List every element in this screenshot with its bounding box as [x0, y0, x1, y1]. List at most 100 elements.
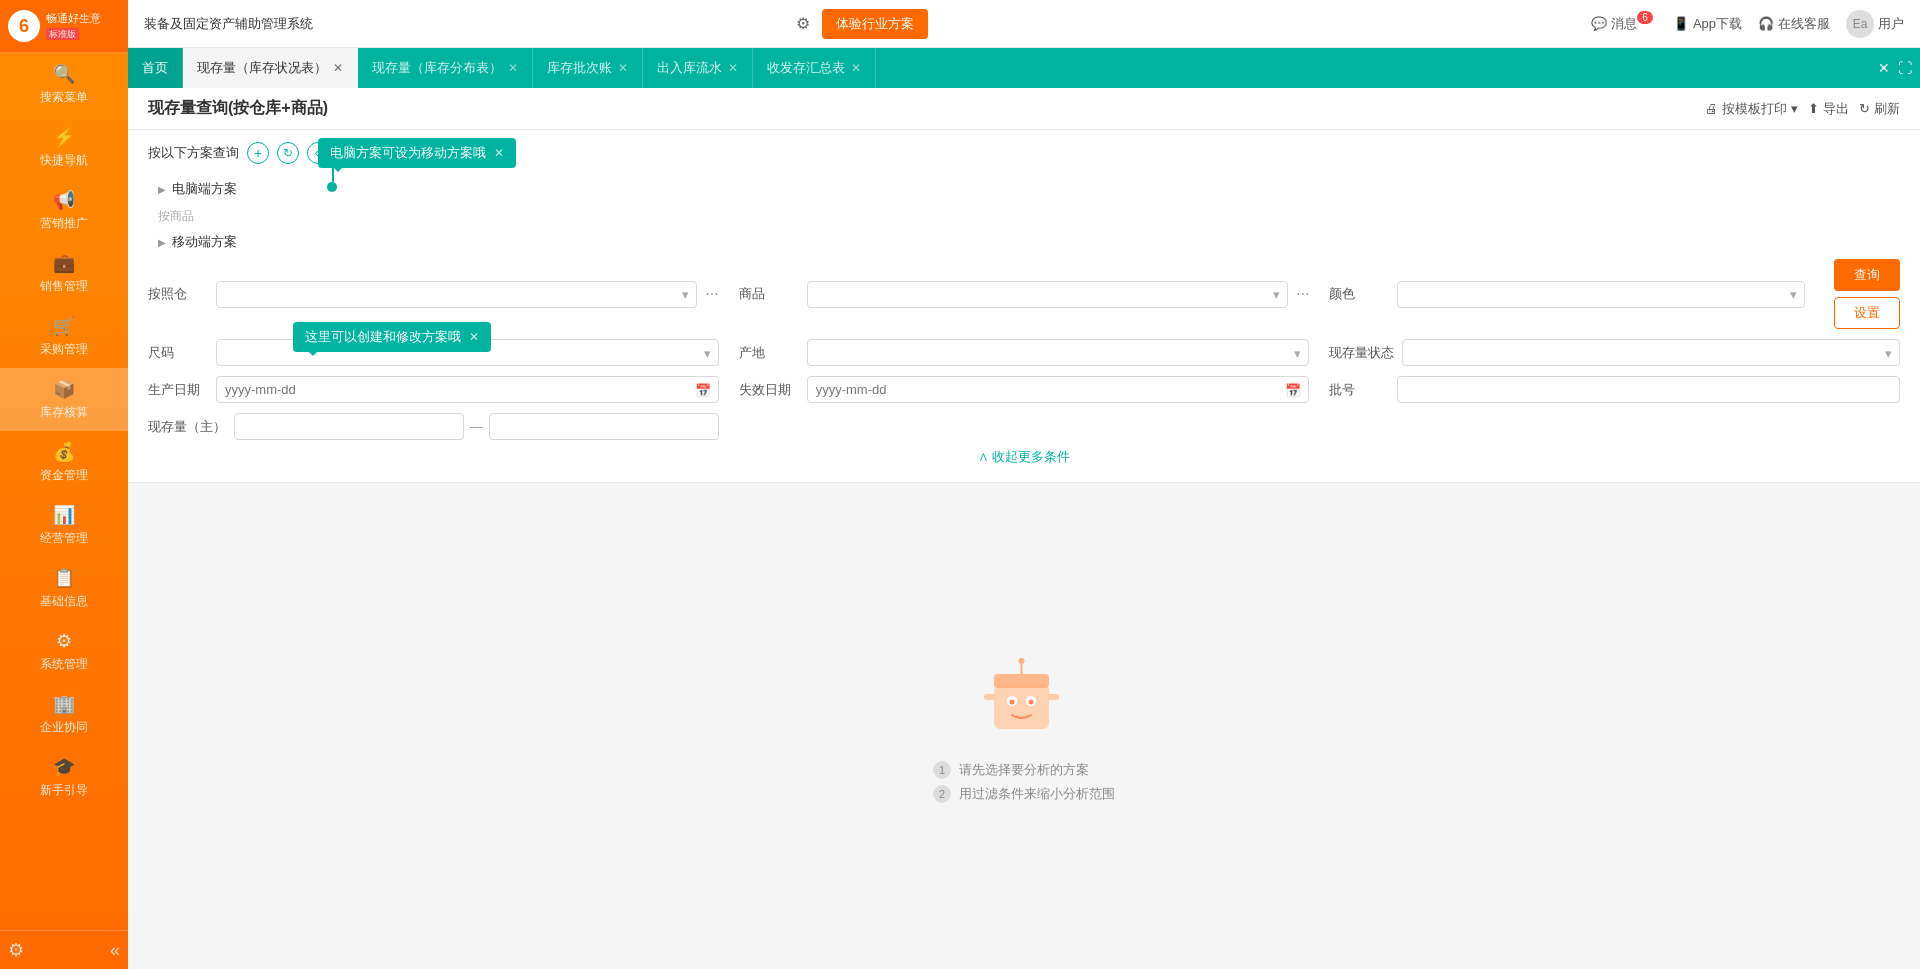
tip-num-2: 2	[933, 785, 951, 803]
sidebar-item-sales[interactable]: 💼 销售管理	[0, 242, 128, 305]
tab-close-flow[interactable]: ✕	[728, 61, 738, 75]
refresh-icon: ↻	[1859, 101, 1870, 116]
product-select[interactable]	[807, 281, 1288, 308]
search-button[interactable]: 查询	[1834, 259, 1900, 291]
tooltip-dot	[327, 182, 337, 192]
tabs-expand-icon[interactable]: ⛶	[1898, 60, 1912, 76]
topbar-right: 💬 消息 6 📱 App下载 🎧 在线客服 Ea 用户	[1591, 10, 1904, 38]
color-select[interactable]	[1397, 281, 1804, 308]
sidebar-item-enterprise[interactable]: 🏢 企业协同	[0, 683, 128, 746]
product-select-wrap	[807, 281, 1288, 308]
expdate-label: 失效日期	[739, 381, 799, 399]
logo-text: 畅通好生意	[46, 11, 101, 25]
tab-inventory-status[interactable]: 现存量（库存状况表） ✕	[183, 48, 358, 88]
sidebar-item-guide-label: 新手引导	[40, 782, 88, 799]
filter-label: 按以下方案查询	[148, 144, 239, 162]
tabs-close-all-icon[interactable]: ✕	[1878, 60, 1890, 76]
topbar-settings-icon[interactable]: ⚙	[796, 14, 810, 33]
svg-rect-8	[984, 694, 996, 700]
tab-inventory-dist[interactable]: 现存量（库存分布表） ✕	[358, 48, 533, 88]
sidebar-item-search[interactable]: 🔍 搜索菜单	[0, 53, 128, 116]
scheme-more-items: 按商品 ▶ 移动端方案	[148, 204, 1900, 255]
sidebar-item-guide[interactable]: 🎓 新手引导	[0, 746, 128, 809]
filter-actions: 查询 设置	[1834, 259, 1900, 329]
origin-select[interactable]	[807, 339, 1310, 366]
sidebar-item-quicknav[interactable]: ⚡ 快捷导航	[0, 116, 128, 179]
tab-close-batch[interactable]: ✕	[618, 61, 628, 75]
tab-batch[interactable]: 库存批次账 ✕	[533, 48, 643, 88]
refresh-btn[interactable]: ↻ 刷新	[1859, 100, 1900, 118]
tab-close-inventory-status[interactable]: ✕	[333, 61, 343, 75]
sidebar-item-system-label: 系统管理	[40, 656, 88, 673]
online-support-item[interactable]: 🎧 在线客服	[1758, 15, 1830, 33]
sidebar-item-marketing[interactable]: 📢 营销推广	[0, 179, 128, 242]
warehouse-dots[interactable]: ···	[705, 285, 718, 303]
tab-batch-label: 库存批次账	[547, 59, 612, 77]
qty-max-input[interactable]	[489, 413, 719, 440]
expdate-input[interactable]	[807, 376, 1310, 403]
scheme-tooltip-close[interactable]: ✕	[494, 146, 504, 160]
sidebar-item-enterprise-label: 企业协同	[40, 719, 88, 736]
sidebar-item-inventory[interactable]: 📦 库存核算	[0, 368, 128, 431]
messages-item[interactable]: 💬 消息 6	[1591, 15, 1657, 33]
scheme-mobile-label: 移动端方案	[172, 233, 237, 251]
batch-input[interactable]	[1397, 376, 1900, 403]
sidebar-item-quicknav-label: 快捷导航	[40, 152, 88, 169]
tab-summary[interactable]: 收发存汇总表 ✕	[753, 48, 876, 88]
export-icon: ⬆	[1808, 101, 1819, 116]
scheme-tooltip2-close[interactable]: ✕	[469, 330, 479, 344]
filter-row-product: 商品 ···	[739, 259, 1310, 329]
industry-btn[interactable]: 体验行业方案	[822, 9, 928, 39]
product-dots[interactable]: ···	[1296, 285, 1309, 303]
print-btn[interactable]: 🖨 按模板打印 ▾	[1705, 100, 1798, 118]
main-content: 装备及固定资产辅助管理系统 ⚙ 体验行业方案 💬 消息 6 📱 App下载 🎧 …	[128, 0, 1920, 969]
qty-min-input[interactable]	[234, 413, 464, 440]
reset-button[interactable]: 设置	[1834, 297, 1900, 329]
sidebar-item-operations[interactable]: 📊 经营管理	[0, 494, 128, 557]
proddate-input[interactable]	[216, 376, 719, 403]
scheme-tooltip-wrap: 电脑方案可设为移动方案哦 ✕	[318, 138, 516, 192]
scheme-product-item[interactable]: 按商品	[158, 204, 1900, 229]
sales-icon: 💼	[53, 252, 75, 274]
tip-text-2: 用过滤条件来缩小分析范围	[959, 785, 1115, 803]
system-icon: ⚙	[56, 630, 72, 652]
add-scheme-btn[interactable]: +	[247, 142, 269, 164]
scheme-tooltip2-text: 这里可以创建和修改方案哦	[305, 328, 461, 346]
search-icon: 🔍	[53, 63, 75, 85]
message-label: 消息	[1611, 15, 1637, 33]
sidebar-item-basic[interactable]: 📋 基础信息	[0, 557, 128, 620]
print-icon: 🖨	[1705, 101, 1718, 116]
phone-icon: 📱	[1673, 16, 1689, 31]
tab-close-summary[interactable]: ✕	[851, 61, 861, 75]
scheme-mobile-item[interactable]: ▶ 移动端方案	[158, 229, 1900, 255]
scheme-mobile-arrow: ▶	[158, 237, 166, 248]
sidebar-item-system[interactable]: ⚙ 系统管理	[0, 620, 128, 683]
sidebar-item-marketing-label: 营销推广	[40, 215, 88, 232]
app-download-label: App下载	[1693, 15, 1742, 33]
sidebar-item-purchase[interactable]: 🛒 采购管理	[0, 305, 128, 368]
tab-flow[interactable]: 出入库流水 ✕	[643, 48, 753, 88]
collapse-btn[interactable]: ∧ 收起更多条件	[148, 440, 1900, 470]
svg-point-7	[1019, 658, 1025, 664]
sidebar-item-operations-label: 经营管理	[40, 530, 88, 547]
tab-home[interactable]: 首页	[128, 48, 183, 88]
export-btn[interactable]: ⬆ 导出	[1808, 100, 1849, 118]
user-item[interactable]: Ea 用户	[1846, 10, 1904, 38]
guide-icon: 🎓	[53, 756, 75, 778]
operations-icon: 📊	[53, 504, 75, 526]
page-title: 现存量查询(按仓库+商品)	[148, 98, 328, 119]
app-download-item[interactable]: 📱 App下载	[1673, 15, 1742, 33]
finance-icon: 💰	[53, 441, 75, 463]
tab-close-inventory-dist[interactable]: ✕	[508, 61, 518, 75]
logo-icon: 6	[8, 10, 40, 42]
settings-button[interactable]: ⚙	[8, 939, 24, 961]
sidebar-item-finance[interactable]: 💰 资金管理	[0, 431, 128, 494]
warehouse-select[interactable]	[216, 281, 697, 308]
stock-qty-label: 现存量（主）	[148, 418, 226, 436]
filter-row-warehouse: 按照仓 ···	[148, 259, 719, 329]
collapse-sidebar-button[interactable]: «	[110, 939, 120, 961]
stock-status-label: 现存量状态	[1329, 344, 1394, 362]
refresh-scheme-btn[interactable]: ↻	[277, 142, 299, 164]
tab-inventory-status-label: 现存量（库存状况表）	[197, 59, 327, 77]
stock-status-select[interactable]	[1402, 339, 1900, 366]
